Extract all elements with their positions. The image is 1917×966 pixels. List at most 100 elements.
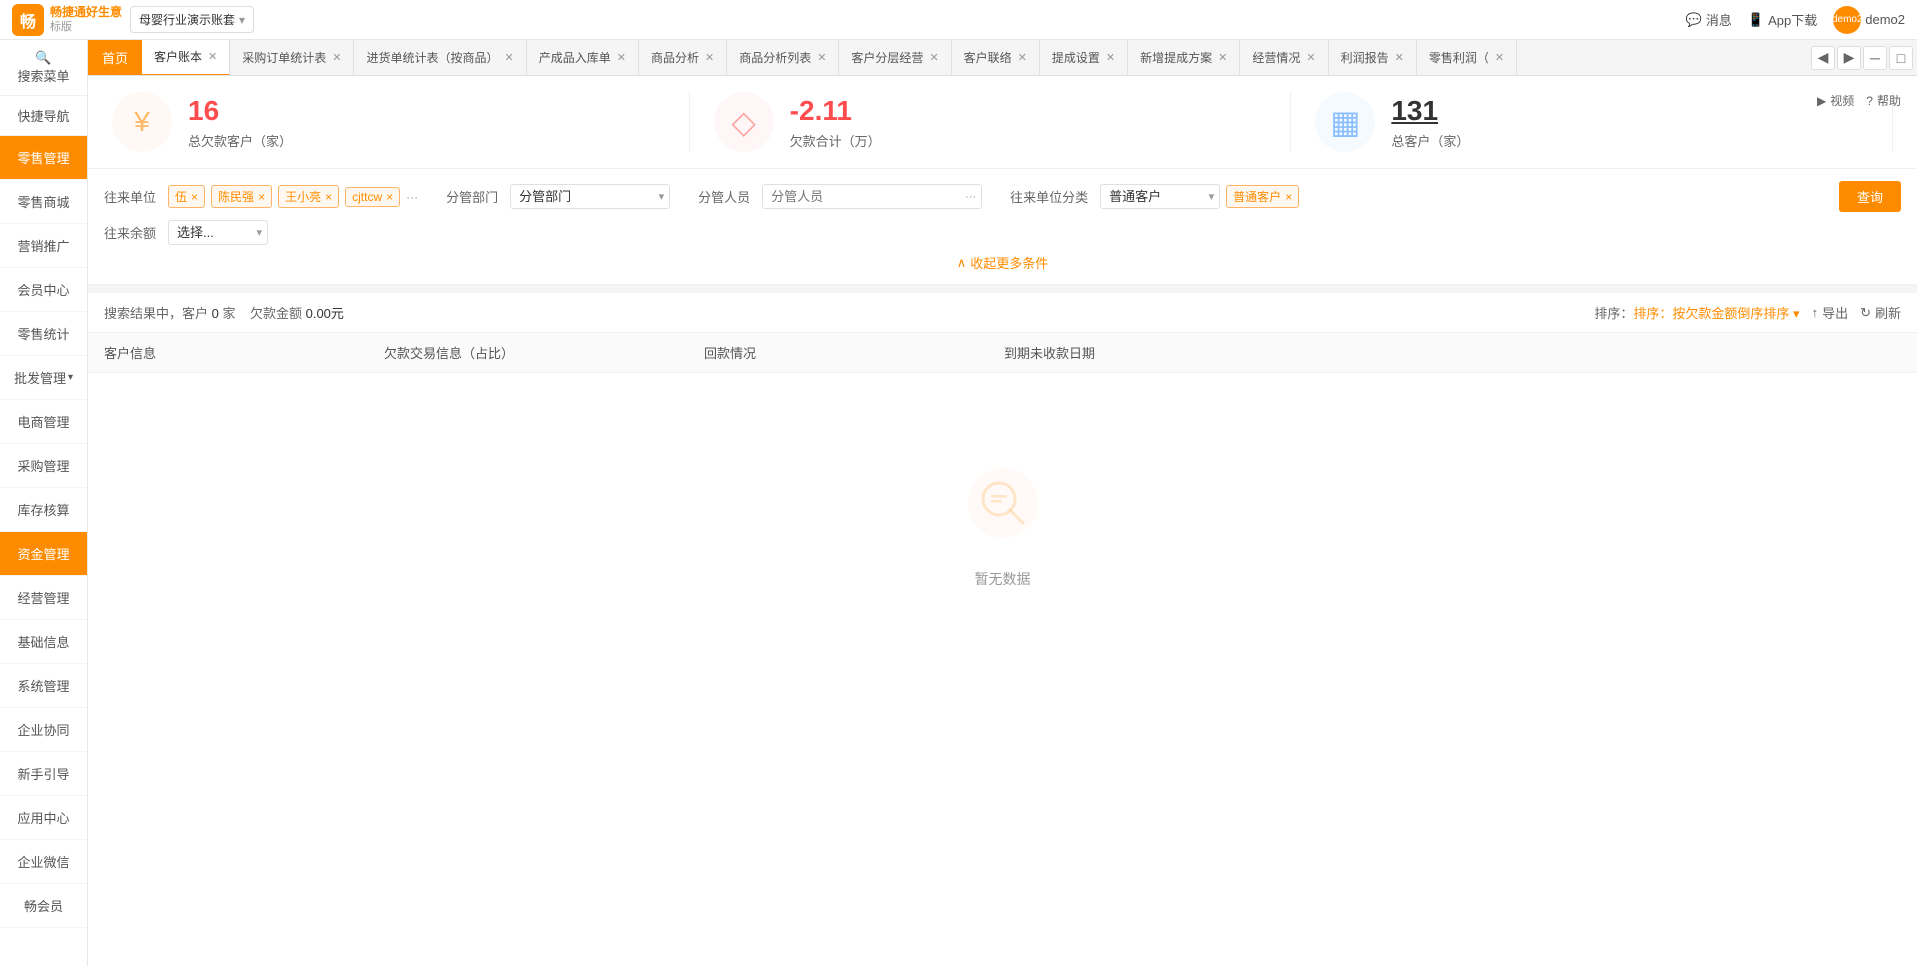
tab-maximize-button[interactable]: □: [1889, 46, 1913, 70]
tab-commission-settings[interactable]: 提成设置 ✕: [1040, 40, 1128, 76]
tab-home[interactable]: 首页: [88, 40, 142, 76]
stat-value-debt: -2.11: [790, 94, 881, 128]
message-icon: 💬: [1686, 12, 1702, 28]
top-bar-right: 💬 消息 📱 App下载 demo2 demo2: [1686, 6, 1905, 34]
search-icon: 🔍: [35, 50, 51, 65]
tab-product-analysis-list[interactable]: 商品分析列表 ✕: [727, 40, 839, 76]
tab-new-commission-plan[interactable]: 新增提成方案 ✕: [1128, 40, 1240, 76]
sidebar-item-finance[interactable]: 资金管理: [0, 532, 87, 576]
sidebar-item-retail-management[interactable]: 零售管理: [0, 136, 87, 180]
person-input[interactable]: [762, 184, 982, 209]
store-selector[interactable]: 母婴行业演示账套 ▾: [130, 6, 254, 33]
logo-icon: 畅: [12, 4, 44, 36]
tab-customer-contact[interactable]: 客户联络 ✕: [952, 40, 1040, 76]
sidebar-item-wholesale[interactable]: 批发管理 ▾: [0, 356, 87, 400]
message-button[interactable]: 💬 消息: [1686, 10, 1732, 29]
filter-tag-unit-3: cjttcw ×: [345, 187, 400, 207]
tab-customer-tiered[interactable]: 客户分层经营 ✕: [839, 40, 951, 76]
tab-finished-product[interactable]: 产成品入库单 ✕: [527, 40, 639, 76]
tag-close-class[interactable]: ×: [1285, 190, 1292, 204]
sidebar-item-retail-stats[interactable]: 零售统计: [0, 312, 87, 356]
sidebar-item-member[interactable]: 畅会员: [0, 884, 87, 928]
tab-close-icon[interactable]: ✕: [929, 51, 938, 64]
stats-bar: ¥ 16 总欠款客户（家） ◇ -2.11 欠款合计（万） ▦: [88, 76, 1917, 169]
sidebar-item-basic-info[interactable]: 基础信息: [0, 620, 87, 664]
stat-icon-debt: ◇: [714, 92, 774, 152]
tab-close-icon[interactable]: ✕: [817, 51, 826, 64]
tab-close-icon[interactable]: ✕: [1395, 51, 1404, 64]
stat-actions: ▶ 视频 ? 帮助: [1817, 92, 1901, 109]
tab-customer-ledger[interactable]: 客户账本 ✕: [142, 40, 230, 76]
unit-class-select[interactable]: 普通客户: [1100, 184, 1220, 209]
sidebar-item-enterprise[interactable]: 企业协同: [0, 708, 87, 752]
sidebar-search[interactable]: 🔍 搜索菜单: [0, 40, 87, 96]
collapse-button[interactable]: ∧ 收起更多条件: [957, 253, 1049, 272]
tab-close-icon[interactable]: ✕: [1218, 51, 1227, 64]
sidebar-item-wechat[interactable]: 企业微信: [0, 840, 87, 884]
tag-close-0[interactable]: ×: [191, 190, 198, 204]
th-debt-info: 欠款交易信息（占比）: [384, 343, 704, 362]
sidebar-item-newbie[interactable]: 新手引导: [0, 752, 87, 796]
tab-product-analysis[interactable]: 商品分析 ✕: [639, 40, 727, 76]
tab-next-button[interactable]: ▶: [1837, 46, 1861, 70]
tab-purchase-stats-by-product[interactable]: 进货单统计表（按商品） ✕: [354, 40, 526, 76]
stat-total-debt: ◇ -2.11 欠款合计（万）: [690, 92, 1292, 152]
sidebar: 🔍 搜索菜单 快捷导航 零售管理 零售商城 营销推广 会员中心 零售统计 批发管…: [0, 40, 88, 966]
tab-close-icon[interactable]: ✕: [332, 51, 341, 64]
sort-chevron-icon: ▾: [1793, 306, 1800, 321]
dept-select-wrap: 分管部门 ▾: [510, 184, 670, 209]
tag-close-3[interactable]: ×: [386, 190, 393, 204]
tab-close-icon[interactable]: ✕: [1306, 51, 1315, 64]
search-result: 搜索结果中，客户 0 家 欠款金额 0.00元: [104, 303, 344, 322]
tab-close-icon[interactable]: ✕: [1106, 51, 1115, 64]
stat-all-customers: ▦ 131 总客户（家）: [1291, 92, 1893, 152]
tab-close-icon[interactable]: ✕: [1495, 51, 1504, 64]
stat-icon-all: ▦: [1315, 92, 1375, 152]
tag-close-1[interactable]: ×: [258, 190, 265, 204]
person-label: 分管人员: [698, 187, 750, 206]
sidebar-item-retail-mall[interactable]: 零售商城: [0, 180, 87, 224]
tab-close-icon[interactable]: ✕: [1018, 51, 1027, 64]
sidebar-item-app-center[interactable]: 应用中心: [0, 796, 87, 840]
sidebar-item-inventory[interactable]: 库存核算: [0, 488, 87, 532]
balance-select[interactable]: 选择...: [168, 220, 268, 245]
refresh-button[interactable]: ↻ 刷新: [1860, 303, 1901, 322]
filter-tag-unit-0: 伍 ×: [168, 185, 205, 208]
tab-retail-profit[interactable]: 零售利润（ ✕: [1417, 40, 1517, 76]
query-button[interactable]: 查询: [1839, 181, 1901, 212]
tab-purchase-order-stats[interactable]: 采购订单统计表 ✕: [230, 40, 354, 76]
app-icon: 📱: [1748, 12, 1764, 28]
sidebar-item-marketing[interactable]: 营销推广: [0, 224, 87, 268]
tab-prev-button[interactable]: ◀: [1811, 46, 1835, 70]
tab-minimize-button[interactable]: ─: [1863, 46, 1887, 70]
more-tags-button[interactable]: ···: [406, 190, 418, 204]
stat-label-customers: 总欠款客户（家）: [188, 131, 292, 150]
help-button[interactable]: ? 帮助: [1866, 92, 1901, 109]
table-area: 搜索结果中，客户 0 家 欠款金额 0.00元 排序：排序：按欠款金额倒序排序 …: [88, 293, 1917, 966]
tag-close-2[interactable]: ×: [325, 190, 332, 204]
export-icon: ↑: [1812, 305, 1819, 320]
user-avatar[interactable]: demo2 demo2: [1833, 6, 1905, 34]
tab-close-icon[interactable]: ✕: [505, 51, 514, 64]
tab-close-icon[interactable]: ✕: [208, 50, 217, 63]
filter-tag-unit-2: 王小亮 ×: [278, 185, 339, 208]
tab-close-icon[interactable]: ✕: [705, 51, 714, 64]
tab-close-icon[interactable]: ✕: [617, 51, 626, 64]
dept-select[interactable]: 分管部门: [510, 184, 670, 209]
sidebar-item-system[interactable]: 系统管理: [0, 664, 87, 708]
export-button[interactable]: ↑ 导出: [1812, 303, 1849, 322]
sidebar-item-operations[interactable]: 经营管理: [0, 576, 87, 620]
sidebar-item-ecommerce[interactable]: 电商管理: [0, 400, 87, 444]
stat-label-debt: 欠款合计（万）: [790, 131, 881, 150]
sort-label: 排序：排序：按欠款金额倒序排序 ▾: [1594, 303, 1799, 322]
table-toolbar: 搜索结果中，客户 0 家 欠款金额 0.00元 排序：排序：按欠款金额倒序排序 …: [88, 293, 1917, 333]
app-download-button[interactable]: 📱 App下载: [1748, 10, 1817, 29]
video-button[interactable]: ▶ 视频: [1817, 92, 1854, 109]
sort-select[interactable]: 排序：按欠款金额倒序排序: [1633, 306, 1789, 321]
stat-value-all: 131: [1391, 94, 1469, 128]
sidebar-quick-nav[interactable]: 快捷导航: [0, 96, 87, 136]
sidebar-item-member-center[interactable]: 会员中心: [0, 268, 87, 312]
tab-operations[interactable]: 经营情况 ✕: [1240, 40, 1328, 76]
tab-profit-report[interactable]: 利润报告 ✕: [1329, 40, 1417, 76]
sidebar-item-purchase[interactable]: 采购管理: [0, 444, 87, 488]
